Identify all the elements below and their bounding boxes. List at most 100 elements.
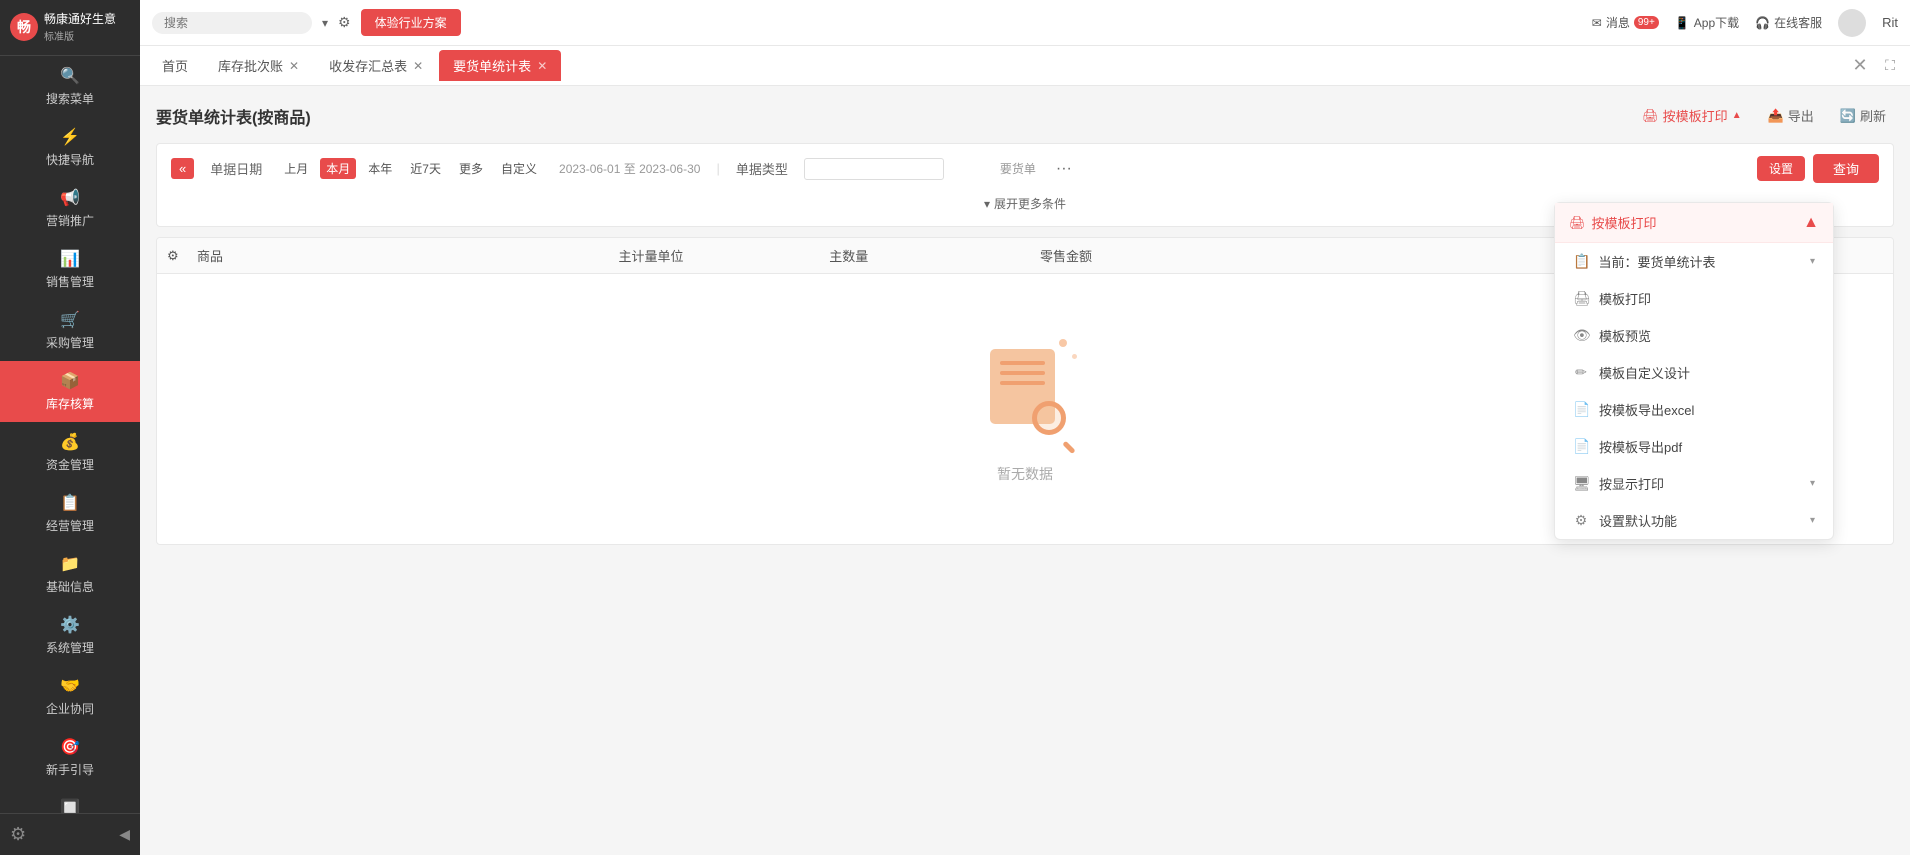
sidebar-item-collab[interactable]: 🤝 企业协同 [0,666,140,727]
date-options: 上月 本月 本年 近7天 更多 自定义 [278,158,543,179]
user-avatar[interactable] [1838,9,1866,37]
tab-home[interactable]: 首页 [148,50,202,81]
pencil-icon: ✏ [1573,364,1589,381]
magnify-glass [1032,401,1080,449]
print-template-print-item[interactable]: 🖨 模板打印 [1555,280,1833,317]
topbar-gear-icon[interactable]: ⚙ [338,14,351,31]
sidebar-item-operation[interactable]: 📋 经营管理 [0,483,140,544]
settings-button[interactable]: 设置 [1757,156,1805,181]
empty-text: 暂无数据 [997,464,1053,484]
query-button[interactable]: 查询 [1813,154,1879,183]
print-display-print-item[interactable]: 🖥 按显示打印 ▾ [1555,465,1833,502]
tab-inventory-batch[interactable]: 库存批次账 ✕ [204,50,313,81]
sidebar-item-label: 资金管理 [46,456,94,473]
current-arrow-icon: ▾ [1810,256,1815,267]
print-template-pdf-item[interactable]: 📄 按模板导出pdf [1555,428,1833,465]
date-opt-last-month[interactable]: 上月 [278,158,314,179]
sidebar-item-label: 采购管理 [46,334,94,351]
sidebar-item-label: 经营管理 [46,517,94,534]
sidebar-settings-btn[interactable]: ⚙ [10,824,26,845]
sidebar-item-inventory[interactable]: 📦 库存核算 [0,361,140,422]
refresh-button[interactable]: 🔄 刷新 [1832,102,1894,129]
refresh-icon: 🔄 [1840,108,1856,124]
search-dropdown-btn[interactable]: ▾ [322,16,328,30]
th-goods: 商品 [197,246,619,265]
type-filter-label: 单据类型 [736,159,788,178]
print-template-button[interactable]: 🖨 按模板打印 ▲ [1634,102,1749,129]
print-template-preview-item[interactable]: 👁 模板预览 [1555,317,1833,354]
date-opt-more[interactable]: 更多 [453,158,489,179]
sidebar-item-sales[interactable]: 📊 销售管理 [0,239,140,300]
th-qty: 主数量 [829,246,1040,265]
current-template-icon: 📋 [1573,253,1590,270]
page-header: 要货单统计表(按商品) 🖨 按模板打印 ▲ 📤 导出 🔄 刷新 [156,102,1894,129]
sidebar-item-label: 企业协同 [46,700,94,717]
tab-receipt-summary[interactable]: 收发存汇总表 ✕ [315,50,437,81]
handshake-icon: 🤝 [60,676,80,696]
sidebar-bottom: ⚙ ◀ [0,813,140,855]
tab-close-receipt-summary[interactable]: ✕ [413,59,423,73]
sidebar-item-label: 销售管理 [46,273,94,290]
app-logo: 畅 畅康通好生意 标准版 [0,0,140,56]
type-filter-select[interactable] [804,158,944,180]
sidebar-item-marketing[interactable]: 📢 营销推广 [0,178,140,239]
display-print-arrow: ▾ [1810,478,1815,489]
tabs-bar: 首页 库存批次账 ✕ 收发存汇总表 ✕ 要货单统计表 ✕ ✕ ⛶ [140,46,1910,86]
app-icon: 📱 [1675,16,1690,30]
date-range-display: 2023-06-01 至 2023-06-30 [559,160,700,177]
filter-collapse-btn[interactable]: « [171,158,194,179]
sidebar-item-shortcut[interactable]: ⚡ 快捷导航 [0,117,140,178]
megaphone-icon: 📢 [60,188,80,208]
chart-icon: 📊 [60,249,80,269]
date-opt-7days[interactable]: 近7天 [404,158,447,179]
sidebar-item-system[interactable]: ⚙️ 系统管理 [0,605,140,666]
printer-small-icon: 🖨 [1573,290,1589,307]
export-button[interactable]: 📤 导出 [1760,102,1822,129]
tab-close-order-stats[interactable]: ✕ [537,59,547,73]
print-current-item[interactable]: 📋 当前：要货单统计表 ▾ [1555,243,1833,280]
close-tab-btn[interactable]: ✕ [1848,54,1872,78]
app-download-btn[interactable]: 📱 App下载 [1675,14,1739,31]
search-input[interactable] [152,12,312,34]
date-opt-this-year[interactable]: 本年 [362,158,398,179]
online-service-btn[interactable]: 🎧 在线客服 [1755,14,1822,31]
tab-order-stats[interactable]: 要货单统计表 ✕ [439,50,561,81]
sidebar-item-finance[interactable]: 💰 资金管理 [0,422,140,483]
message-btn[interactable]: ✉ 消息 99+ [1592,14,1659,31]
print-dropdown-header[interactable]: 🖨 按模板打印 ▲ [1555,203,1833,243]
print-template-design-item[interactable]: ✏ 模板自定义设计 [1555,354,1833,391]
print-dropdown-close-btn[interactable]: ▲ [1803,214,1819,232]
th-unit: 主计量单位 [619,246,830,265]
th-settings[interactable]: ⚙ [167,248,197,264]
sidebar-item-appstore[interactable]: 🔲 应用中心 [0,788,140,813]
eye-icon: 👁 [1573,327,1589,344]
sidebar-item-basic[interactable]: 📁 基础信息 [0,544,140,605]
message-icon: ✉ [1592,16,1602,30]
sidebar-item-label: 基础信息 [46,578,94,595]
export-icon: 📤 [1768,108,1784,124]
date-filter-label: 单据日期 [210,159,262,178]
date-opt-custom[interactable]: 自定义 [495,158,543,179]
print-set-default-item[interactable]: ⚙ 设置默认功能 ▾ [1555,502,1833,539]
expand-conditions-btn[interactable]: ▾ 展开更多条件 [972,191,1078,216]
user-name: Rit [1882,15,1898,30]
date-opt-this-month[interactable]: 本月 [320,158,356,179]
maximize-tab-btn[interactable]: ⛶ [1878,54,1902,78]
print-template-excel-item[interactable]: 📄 按模板导出excel [1555,391,1833,428]
tab-close-inventory-batch[interactable]: ✕ [289,59,299,73]
more-options-icon[interactable]: ··· [1052,160,1076,178]
folder-icon: 📁 [60,554,80,574]
search-icon: 🔍 [60,66,80,86]
message-badge: 99+ [1634,16,1659,29]
trial-industry-button[interactable]: 体验行业方案 [361,9,461,36]
headset-icon: 🎧 [1755,16,1770,30]
sidebar-item-guide[interactable]: 🎯 新手引导 [0,727,140,788]
sidebar-item-label: 搜索菜单 [46,90,94,107]
sidebar-item-search[interactable]: 🔍 搜索菜单 [0,56,140,117]
expand-arrow-icon: ▾ [984,197,990,211]
sidebar-collapse-btn[interactable]: ◀ [119,826,130,843]
sidebar-item-label: 快捷导航 [46,151,94,168]
sidebar-item-purchase[interactable]: 🛒 采购管理 [0,300,140,361]
cart-icon: 🛒 [60,310,80,330]
order-status-label: 要货单 [1000,160,1036,177]
